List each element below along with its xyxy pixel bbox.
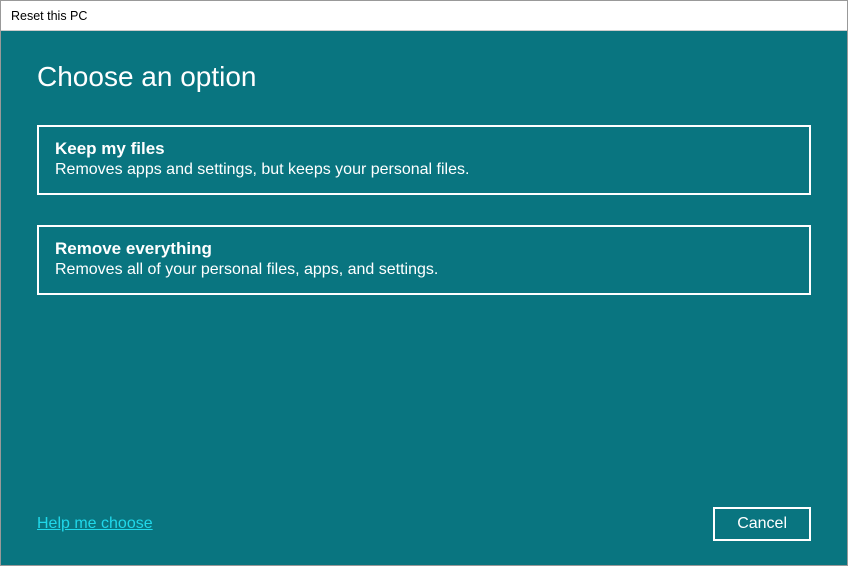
option-remove-everything[interactable]: Remove everything Removes all of your pe… <box>37 225 811 295</box>
option-description: Removes apps and settings, but keeps you… <box>55 161 793 179</box>
option-title: Remove everything <box>55 239 793 259</box>
page-heading: Choose an option <box>37 61 811 93</box>
option-description: Removes all of your personal files, apps… <box>55 261 793 279</box>
cancel-button[interactable]: Cancel <box>713 507 811 541</box>
reset-pc-window: Reset this PC Choose an option Keep my f… <box>0 0 848 566</box>
titlebar: Reset this PC <box>1 1 847 31</box>
window-title: Reset this PC <box>11 9 87 23</box>
options-list: Keep my files Removes apps and settings,… <box>37 125 811 295</box>
footer: Help me choose Cancel <box>37 507 811 541</box>
content-area: Choose an option Keep my files Removes a… <box>1 31 847 565</box>
help-me-choose-link[interactable]: Help me choose <box>37 515 153 533</box>
option-keep-my-files[interactable]: Keep my files Removes apps and settings,… <box>37 125 811 195</box>
option-title: Keep my files <box>55 139 793 159</box>
